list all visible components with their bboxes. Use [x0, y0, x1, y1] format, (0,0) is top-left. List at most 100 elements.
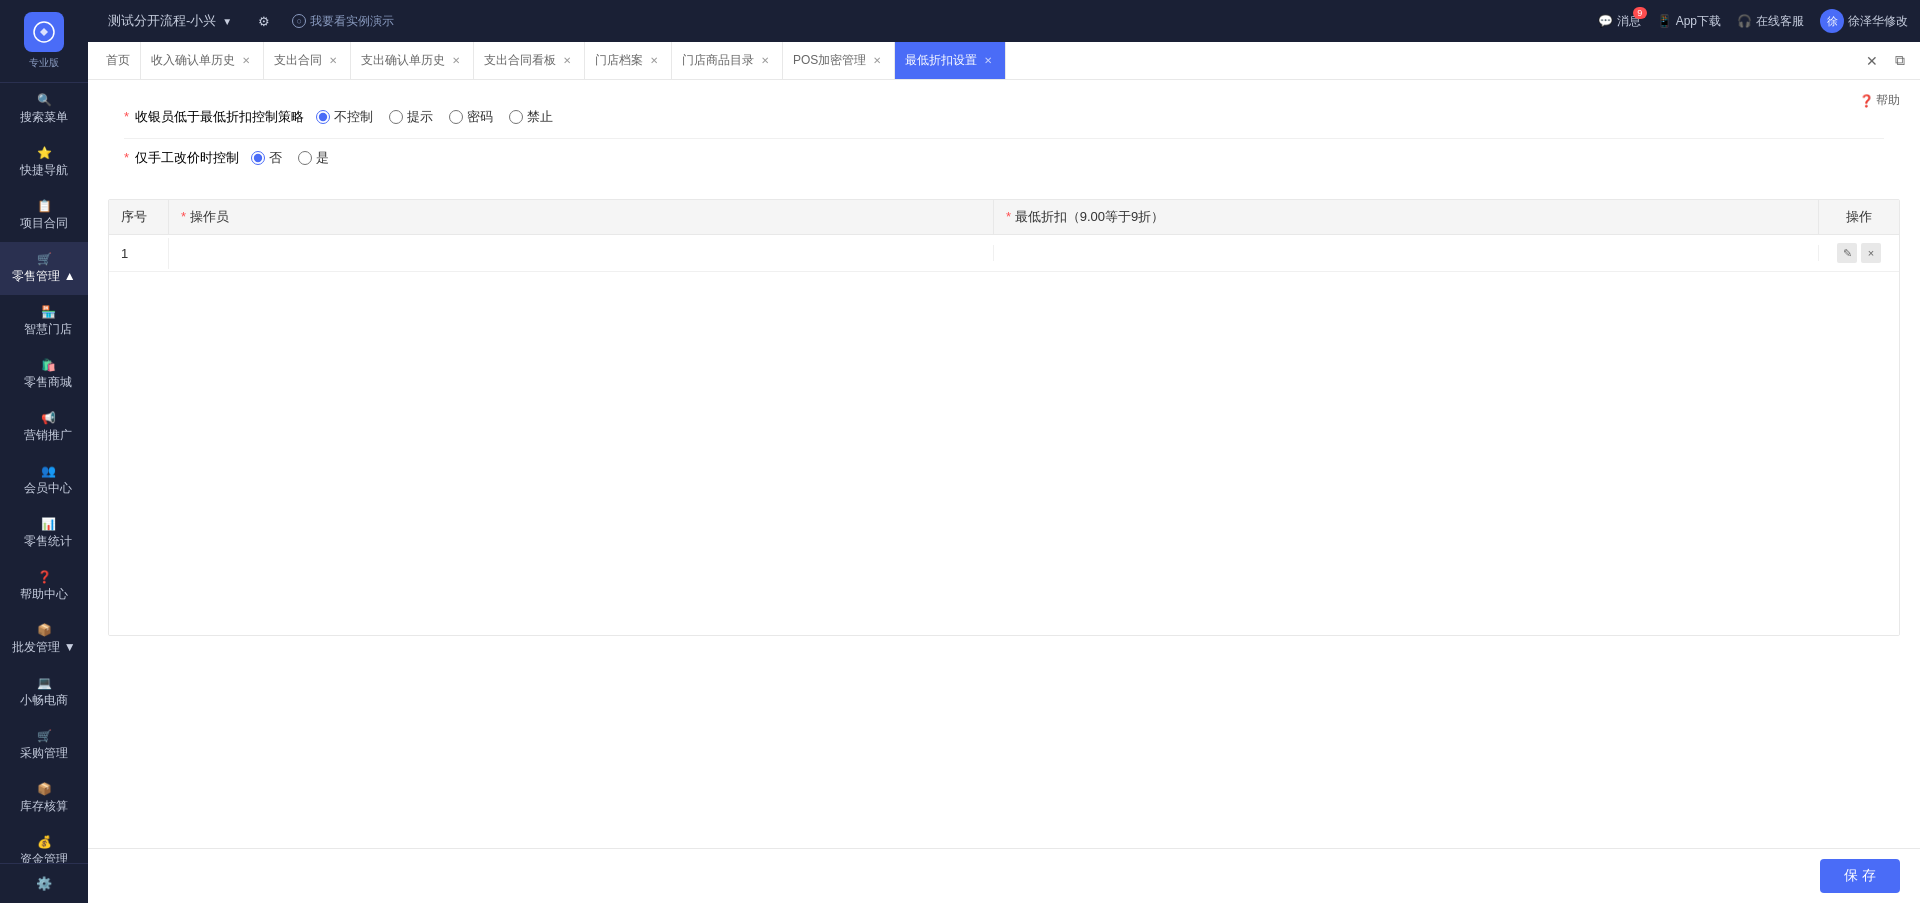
sidebar-item-retail-stats[interactable]: 📊 零售统计: [0, 507, 88, 560]
save-button[interactable]: 保 存: [1820, 859, 1900, 893]
radio-no-input[interactable]: [251, 151, 265, 165]
radio-tip[interactable]: 提示: [389, 108, 433, 126]
td-seq: 1: [109, 238, 169, 269]
smart-store-icon: 🏪: [41, 305, 56, 319]
help-label: 帮助: [1876, 92, 1900, 109]
user-profile[interactable]: 徐 徐泽华修改: [1820, 9, 1908, 33]
control-label: * 收银员低于最低折扣控制策略: [124, 108, 304, 126]
control-radio-group: 不控制 提示 密码 禁止: [316, 108, 553, 126]
expand-tabs-btn[interactable]: ⧉: [1888, 49, 1912, 73]
tab-pos-encrypt-close[interactable]: ✕: [870, 54, 884, 68]
sidebar-item-contract[interactable]: 📋 项目合同: [0, 189, 88, 242]
sidebar-item-purchase[interactable]: 🛒 采购管理: [0, 719, 88, 772]
tab-store-file-close[interactable]: ✕: [647, 54, 661, 68]
sidebar-label-smart-store: 智慧门店: [24, 321, 72, 338]
tab-expense-history-close[interactable]: ✕: [449, 54, 463, 68]
required-star: *: [124, 109, 129, 124]
online-service-btn[interactable]: 🎧 在线客服: [1737, 13, 1804, 30]
tab-income-history[interactable]: 收入确认单历史 ✕: [141, 42, 264, 80]
settings-gear-icon: ⚙: [258, 14, 270, 29]
demo-text: 我要看实例演示: [310, 13, 394, 30]
tab-expense-history-label: 支出确认单历史: [361, 52, 445, 69]
sidebar-label-retail-mall: 零售商城: [24, 374, 72, 391]
project-name: 测试分开流程-小兴: [108, 12, 216, 30]
sidebar-item-quicknav[interactable]: ⭐ 快捷导航: [0, 136, 88, 189]
sidebar-item-smart-store[interactable]: 🏪 智慧门店: [0, 295, 88, 348]
sidebar-item-search[interactable]: 🔍 搜索菜单: [0, 83, 88, 136]
content-area: ❓ 帮助 * 收银员低于最低折扣控制策略 不控制: [88, 80, 1920, 903]
radio-password-input[interactable]: [449, 110, 463, 124]
tab-home-label: 首页: [106, 52, 130, 69]
sidebar-label-quicknav: 快捷导航: [20, 162, 68, 179]
sidebar-item-help[interactable]: ❓ 帮助中心: [0, 560, 88, 613]
ecommerce-icon: 💻: [37, 676, 52, 690]
tab-expense-history[interactable]: 支出确认单历史 ✕: [351, 42, 474, 80]
app-download-btn[interactable]: 📱 App下载: [1657, 13, 1721, 30]
message-badge: 9: [1633, 7, 1647, 19]
tab-store-product-close[interactable]: ✕: [758, 54, 772, 68]
app-download-icon: 📱: [1657, 14, 1672, 28]
sidebar-label-purchase: 采购管理: [20, 745, 68, 762]
delete-row-icon[interactable]: ×: [1861, 243, 1881, 263]
bottom-bar: 保 存: [88, 848, 1920, 903]
sidebar-settings[interactable]: ⚙️: [0, 863, 88, 903]
radio-tip-input[interactable]: [389, 110, 403, 124]
divider: [124, 138, 1884, 139]
tab-income-history-close[interactable]: ✕: [239, 54, 253, 68]
sidebar-item-wholesale[interactable]: 📦 批发管理 ▼: [0, 613, 88, 666]
project-dropdown-icon: ▼: [222, 16, 232, 27]
search-icon: 🔍: [37, 93, 52, 107]
sidebar-item-inventory[interactable]: 📦 库存核算: [0, 772, 88, 825]
sidebar-label-inventory: 库存核算: [20, 798, 68, 815]
sidebar-label-ecommerce: 小畅电商: [20, 692, 68, 709]
online-service-icon: 🎧: [1737, 14, 1752, 28]
marketing-icon: 📢: [41, 411, 56, 425]
member-icon: 👥: [41, 464, 56, 478]
project-selector[interactable]: 测试分开流程-小兴 ▼: [100, 8, 240, 34]
logo-label: 专业版: [29, 56, 59, 70]
tab-expense-board[interactable]: 支出合同看板 ✕: [474, 42, 585, 80]
sidebar-item-ecommerce[interactable]: 💻 小畅电商: [0, 666, 88, 719]
radio-yes[interactable]: 是: [298, 149, 329, 167]
sidebar-label-wholesale: 批发管理 ▼: [12, 639, 75, 656]
close-tab-btn[interactable]: ✕: [1860, 49, 1884, 73]
main-area: 测试分开流程-小兴 ▼ ⚙ ○ 我要看实例演示 💬 消息 9 📱 App下载 🎧…: [88, 0, 1920, 903]
tab-pos-encrypt[interactable]: POS加密管理 ✕: [783, 42, 895, 80]
tab-expense-board-close[interactable]: ✕: [560, 54, 574, 68]
radio-no[interactable]: 否: [251, 149, 282, 167]
sidebar-item-marketing[interactable]: 📢 营销推广: [0, 401, 88, 454]
tab-store-product[interactable]: 门店商品目录 ✕: [672, 42, 783, 80]
help-link[interactable]: ❓ 帮助: [1859, 92, 1900, 109]
th-min-discount: * 最低折扣（9.00等于9折）: [994, 200, 1819, 234]
message-btn[interactable]: 💬 消息 9: [1598, 13, 1641, 30]
sidebar-item-finance[interactable]: 💰 资金管理: [0, 825, 88, 863]
radio-forbid[interactable]: 禁止: [509, 108, 553, 126]
th-seq: 序号: [109, 200, 169, 234]
tab-min-discount[interactable]: 最低折扣设置 ✕: [895, 42, 1006, 80]
sidebar-item-retail[interactable]: 🛒 零售管理 ▲: [0, 242, 88, 295]
retail-icon: 🛒: [37, 252, 52, 266]
sidebar-item-retail-mall[interactable]: 🛍️ 零售商城: [0, 348, 88, 401]
contract-icon: 📋: [37, 199, 52, 213]
td-min-discount: [994, 245, 1819, 261]
radio-no-control[interactable]: 不控制: [316, 108, 373, 126]
radio-no-control-input[interactable]: [316, 110, 330, 124]
tab-min-discount-close[interactable]: ✕: [981, 54, 995, 68]
radio-yes-input[interactable]: [298, 151, 312, 165]
wholesale-icon: 📦: [37, 623, 52, 637]
purchase-icon: 🛒: [37, 729, 52, 743]
radio-forbid-input[interactable]: [509, 110, 523, 124]
edit-row-icon[interactable]: ✎: [1837, 243, 1857, 263]
tab-store-file[interactable]: 门店档案 ✕: [585, 42, 672, 80]
sidebar-item-member[interactable]: 👥 会员中心: [0, 454, 88, 507]
tab-home[interactable]: 首页: [96, 42, 141, 80]
tab-expense-contract[interactable]: 支出合同 ✕: [264, 42, 351, 80]
inventory-icon: 📦: [37, 782, 52, 796]
sidebar-label-search: 搜索菜单: [20, 109, 68, 126]
sidebar-menu: 🔍 搜索菜单 ⭐ 快捷导航 📋 项目合同 🛒 零售管理 ▲ 🏪 智慧门店 🛍️ …: [0, 83, 88, 863]
demo-link[interactable]: ○ 我要看实例演示: [292, 13, 394, 30]
tab-expense-contract-close[interactable]: ✕: [326, 54, 340, 68]
help-icon: ❓: [37, 570, 52, 584]
settings-btn[interactable]: ⚙: [252, 10, 276, 33]
radio-password[interactable]: 密码: [449, 108, 493, 126]
